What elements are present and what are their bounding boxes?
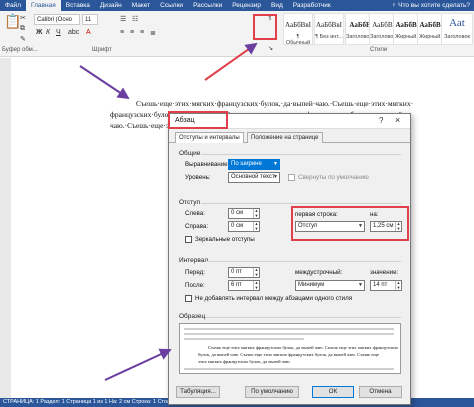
- arrow-to-preview: [104, 348, 172, 381]
- arrow-to-launcher: [204, 42, 258, 81]
- annotation-arrows: [79, 42, 258, 381]
- arrow-to-text: [79, 65, 130, 100]
